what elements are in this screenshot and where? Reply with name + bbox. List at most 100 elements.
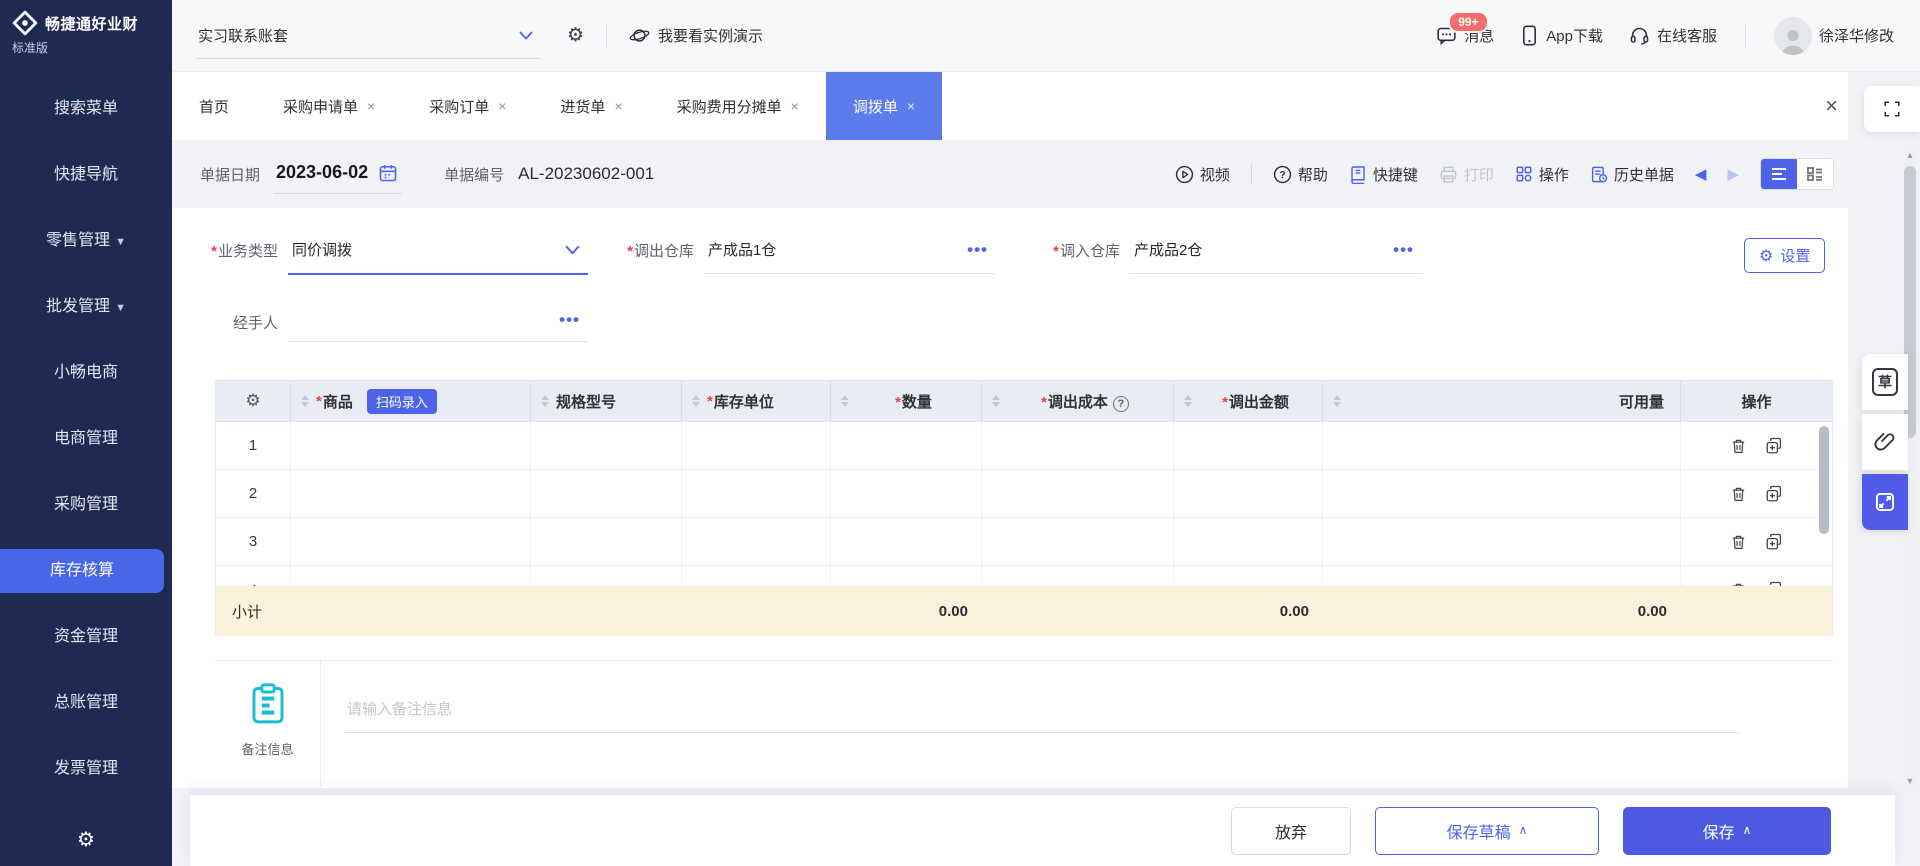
sidebar-item-xiaochang-ecom[interactable]: 小畅电商	[0, 351, 172, 395]
in-warehouse-field: *调入仓库 产成品2仓 •••	[1040, 236, 1422, 274]
date-value: 2023-06-02	[276, 162, 369, 182]
close-icon[interactable]: ×	[498, 98, 506, 114]
calendar-icon[interactable]	[378, 163, 398, 183]
detail-view-button[interactable]	[1797, 159, 1833, 189]
sidebar-item-wholesale[interactable]: 批发管理 ▼	[0, 285, 172, 329]
sidebar-gear-icon[interactable]: ⚙	[0, 827, 172, 852]
draft-notes-button[interactable]: 草	[1862, 354, 1908, 410]
close-icon[interactable]: ×	[907, 98, 915, 114]
print-button[interactable]: 打印	[1439, 164, 1494, 185]
sort-icon[interactable]	[1184, 395, 1192, 407]
username: 徐泽华修改	[1818, 28, 1894, 45]
sort-icon[interactable]	[992, 395, 1000, 407]
expand-button[interactable]	[1862, 474, 1908, 530]
sidebar-item-search-menu[interactable]: 搜索菜单	[0, 87, 172, 131]
topbar: 实习联系账套 ⚙ 我要看实例演示 消息 99+ App下载 在线客服 徐泽华修改	[172, 0, 1920, 72]
next-doc-arrow-icon[interactable]: ▶	[1727, 165, 1739, 183]
list-view-button[interactable]	[1761, 159, 1797, 189]
sidebar-item-retail[interactable]: 零售管理 ▼	[0, 219, 172, 263]
sidebar-item-ecom[interactable]: 电商管理	[0, 417, 172, 461]
out-warehouse-picker[interactable]: 产成品1仓 •••	[704, 236, 996, 274]
handler-picker[interactable]: •••	[288, 308, 588, 342]
fullscreen-button[interactable]	[1864, 86, 1920, 132]
grid-header: ⚙ * 商品 扫码录入 规格型号 * 库存单位 *数量 *调出成本? *调出金额…	[216, 380, 1832, 422]
sort-icon[interactable]	[841, 395, 849, 407]
sort-icon[interactable]	[1333, 395, 1341, 407]
scroll-down-arrow-icon[interactable]: ▼	[1902, 772, 1918, 790]
copy-row-icon[interactable]	[1765, 485, 1783, 503]
close-icon[interactable]: ×	[614, 98, 622, 114]
discard-button[interactable]: 放弃	[1231, 806, 1351, 855]
remark-input[interactable]	[345, 697, 1740, 733]
sidebar-item-purchase[interactable]: 采购管理	[0, 483, 172, 527]
sidebar-item-quick-nav[interactable]: 快捷导航	[0, 153, 172, 197]
help-circle-icon[interactable]: ?	[1112, 395, 1129, 412]
date-field[interactable]: 2023-06-02	[274, 160, 403, 194]
biz-type-select[interactable]: 同价调拨	[288, 236, 588, 275]
messages-button[interactable]: 消息 99+	[1436, 11, 1494, 46]
hotkeys-button[interactable]: 快捷键	[1349, 164, 1418, 185]
scroll-up-arrow-icon[interactable]: ▲	[1902, 146, 1918, 164]
copy-row-icon[interactable]	[1765, 437, 1783, 455]
history-doc-icon	[1590, 165, 1608, 184]
tab-expense-allocation[interactable]: 采购费用分摊单 ×	[650, 72, 826, 140]
save-button[interactable]: 保存 ∧	[1623, 806, 1831, 855]
column-amount: *调出金额	[1174, 381, 1323, 421]
app-download-button[interactable]: App下载	[1520, 25, 1603, 46]
help-button[interactable]: ? 帮助	[1273, 164, 1328, 185]
document-body: *业务类型 同价调拨 *调出仓库 产成品1仓 ••• *调入仓库 产成品2仓 •…	[172, 208, 1848, 788]
table-row[interactable]: 3	[216, 518, 1832, 566]
in-warehouse-picker[interactable]: 产成品2仓 •••	[1130, 236, 1422, 274]
grid-scrollbar-thumb[interactable]	[1819, 426, 1829, 534]
attachment-button[interactable]	[1862, 414, 1908, 470]
sidebar-item-inventory-accounting[interactable]: 库存核算	[0, 549, 164, 593]
ellipsis-picker-icon[interactable]: •••	[559, 311, 580, 328]
close-all-icon[interactable]: ×	[1825, 95, 1838, 117]
account-settings-gear-icon[interactable]: ⚙	[567, 24, 584, 47]
tab-purchase-request[interactable]: 采购申请单 ×	[256, 72, 402, 140]
product-cell[interactable]	[291, 422, 531, 469]
chevron-down-icon: ▼	[115, 236, 126, 248]
history-button[interactable]: 历史单据	[1590, 164, 1674, 185]
online-support-button[interactable]: 在线客服	[1629, 25, 1717, 46]
tab-transfer-order[interactable]: 调拨单 ×	[825, 72, 943, 140]
column-ops: 操作	[1741, 393, 1772, 411]
save-draft-button[interactable]: 保存草稿 ∧	[1375, 806, 1599, 855]
table-row[interactable]: 2	[216, 470, 1832, 518]
sidebar-item-invoice[interactable]: 发票管理	[0, 747, 172, 791]
tab-bar: 首页 采购申请单 × 采购订单 × 进货单 × 采购费用分摊单 × 调拨单 × ×	[172, 72, 1848, 140]
account-selector[interactable]: 实习联系账套	[196, 25, 541, 59]
user-menu[interactable]: 徐泽华修改	[1773, 16, 1894, 55]
remark-label: 备注信息	[241, 742, 294, 757]
sidebar-item-funds[interactable]: 资金管理	[0, 615, 172, 659]
sort-icon[interactable]	[541, 395, 549, 407]
scan-entry-button[interactable]: 扫码录入	[366, 388, 437, 414]
column-spec: 规格型号	[531, 381, 682, 421]
sort-icon[interactable]	[692, 395, 700, 407]
doc-no-value: AL-20230602-001	[518, 164, 655, 183]
close-icon[interactable]: ×	[367, 98, 375, 114]
demo-link[interactable]: 我要看实例演示	[629, 25, 763, 46]
settings-button[interactable]: ⚙ 设置	[1744, 238, 1826, 273]
delete-row-icon[interactable]	[1730, 533, 1747, 551]
ellipsis-picker-icon[interactable]: •••	[1393, 241, 1414, 258]
delete-row-icon[interactable]	[1730, 485, 1747, 503]
avatar	[1773, 16, 1812, 55]
tab-goods-receipt[interactable]: 进货单 ×	[533, 72, 649, 140]
expand-arrows-icon	[1874, 491, 1896, 513]
copy-row-icon[interactable]	[1765, 533, 1783, 551]
video-button[interactable]: 视频	[1175, 164, 1230, 185]
close-icon[interactable]: ×	[791, 98, 799, 114]
chevron-up-icon: ∧	[1742, 822, 1752, 837]
table-row[interactable]: 4	[216, 566, 1832, 587]
sort-icon[interactable]	[301, 395, 309, 407]
prev-doc-arrow-icon[interactable]: ◀	[1695, 165, 1707, 183]
tab-home[interactable]: 首页	[172, 72, 256, 140]
ellipsis-picker-icon[interactable]: •••	[967, 241, 988, 258]
operations-button[interactable]: 操作	[1515, 164, 1569, 185]
tab-purchase-order[interactable]: 采购订单 ×	[402, 72, 533, 140]
delete-row-icon[interactable]	[1730, 437, 1747, 455]
sidebar-item-general-ledger[interactable]: 总账管理	[0, 681, 172, 725]
column-settings-gear-icon[interactable]: ⚙	[216, 381, 291, 421]
table-row[interactable]: 1	[216, 422, 1832, 470]
